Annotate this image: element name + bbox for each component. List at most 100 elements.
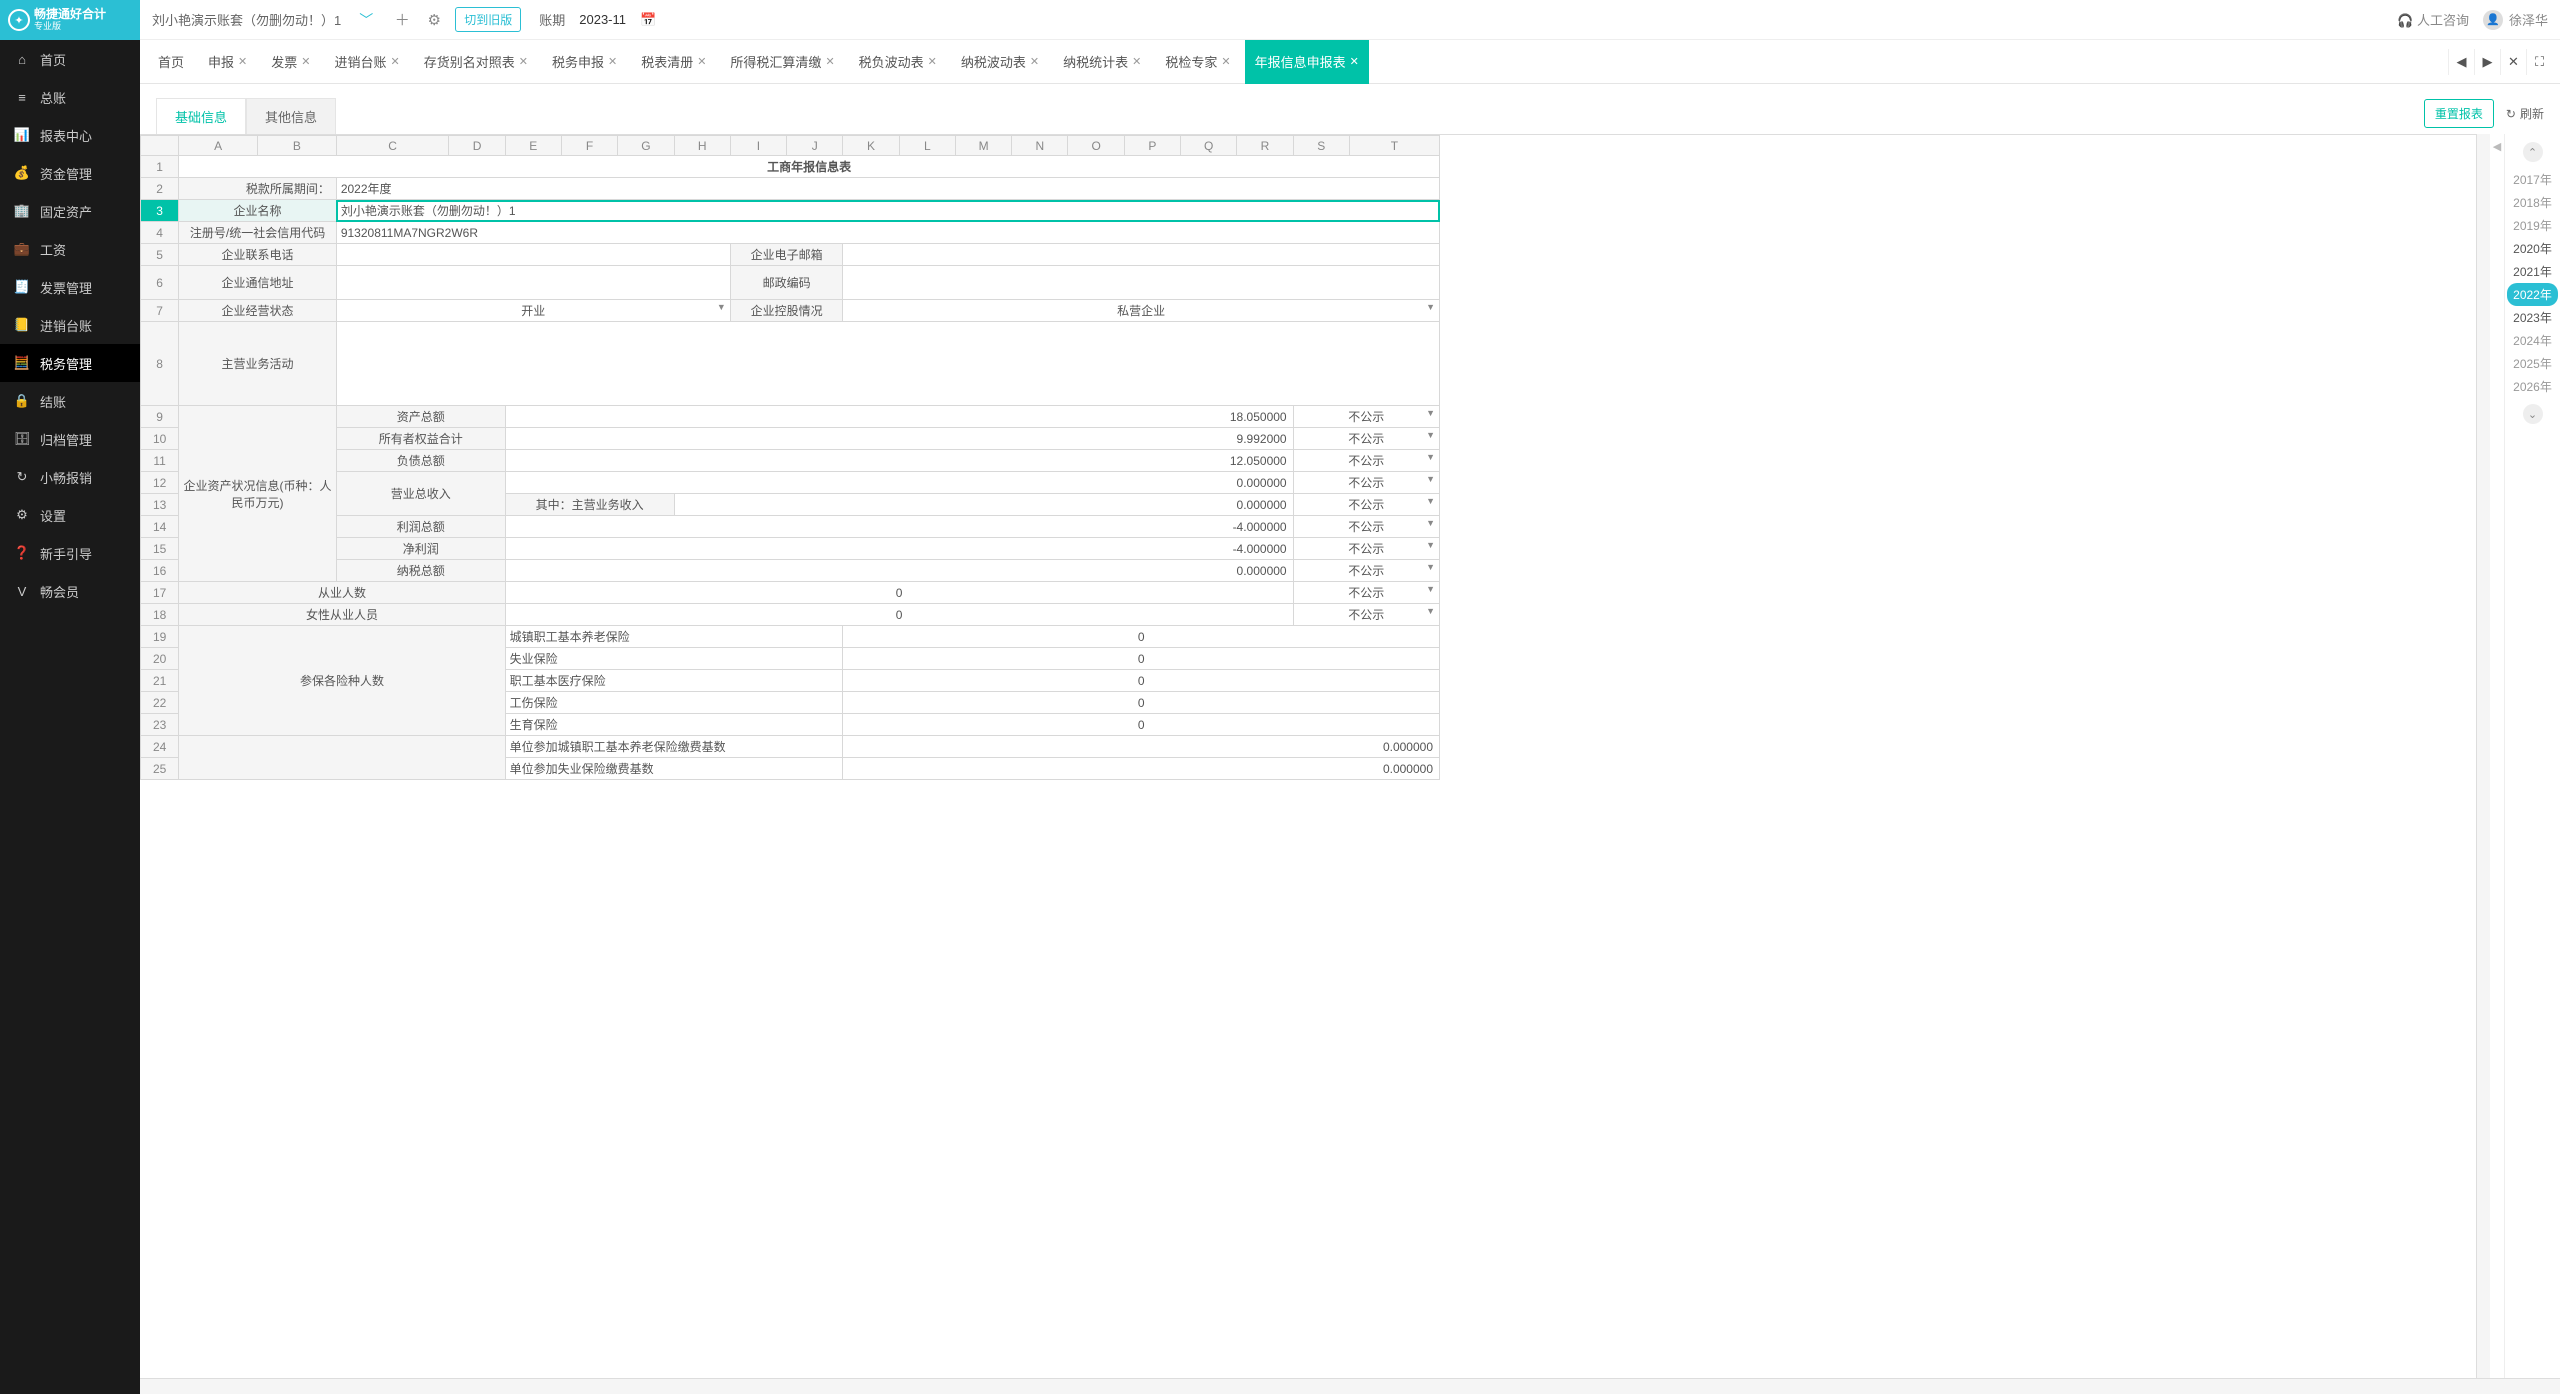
col-header[interactable]: E [505, 136, 561, 156]
year-2017年[interactable]: 2017年 [2507, 168, 2558, 191]
year-2021年[interactable]: 2021年 [2507, 260, 2558, 283]
cell[interactable]: 18.050000 [505, 406, 1293, 428]
year-2022年[interactable]: 2022年 [2507, 283, 2558, 306]
tab-申报[interactable]: 申报✕ [198, 40, 257, 84]
cell[interactable]: 不公示 [1293, 472, 1439, 494]
refresh-button[interactable]: ↻ 刷新 [2506, 105, 2544, 122]
cell[interactable]: 0 [843, 670, 1440, 692]
col-header[interactable] [141, 136, 179, 156]
row-number[interactable]: 13 [141, 494, 179, 516]
row-number[interactable]: 11 [141, 450, 179, 472]
cell[interactable]: 不公示 [1293, 538, 1439, 560]
tab-close-icon[interactable]: ✕ [697, 55, 706, 68]
spreadsheet[interactable]: ABCDEFGHIJKLMNOPQRST 1工商年报信息表2税款所属期间：202… [140, 134, 2476, 1378]
nav-小畅报销[interactable]: ↻小畅报销 [0, 458, 140, 496]
cell[interactable]: 不公示 [1293, 604, 1439, 626]
col-header[interactable]: H [674, 136, 730, 156]
tab-close-icon[interactable]: ✕ [301, 55, 310, 68]
tabs-close-all-icon[interactable]: ✕ [2500, 49, 2526, 75]
tab-税务申报[interactable]: 税务申报✕ [542, 40, 627, 84]
col-header[interactable]: L [899, 136, 955, 156]
cell[interactable]: 9.992000 [505, 428, 1293, 450]
user-menu[interactable]: 👤 徐泽华 [2483, 10, 2548, 30]
row-number[interactable]: 24 [141, 736, 179, 758]
col-header[interactable]: Q [1181, 136, 1237, 156]
row-number[interactable]: 14 [141, 516, 179, 538]
cell[interactable]: -4.000000 [505, 516, 1293, 538]
tab-纳税波动表[interactable]: 纳税波动表✕ [951, 40, 1049, 84]
tab-close-icon[interactable]: ✕ [608, 55, 617, 68]
year-2026年[interactable]: 2026年 [2507, 375, 2558, 398]
year-2023年[interactable]: 2023年 [2507, 306, 2558, 329]
tab-税检专家[interactable]: 税检专家✕ [1155, 40, 1240, 84]
switch-old-version-button[interactable]: 切到旧版 [455, 7, 521, 32]
row-number[interactable]: 22 [141, 692, 179, 714]
settings-icon[interactable]: ⚙ [423, 11, 445, 29]
cell[interactable]: -4.000000 [505, 538, 1293, 560]
nav-报表中心[interactable]: 📊报表中心 [0, 116, 140, 154]
row-number[interactable]: 12 [141, 472, 179, 494]
cell[interactable]: 0.000000 [843, 736, 1440, 758]
cell[interactable]: 不公示 [1293, 494, 1439, 516]
col-header[interactable]: D [449, 136, 505, 156]
tab-close-icon[interactable]: ✕ [1221, 55, 1230, 68]
row-number[interactable]: 9 [141, 406, 179, 428]
row-number[interactable]: 21 [141, 670, 179, 692]
tab-close-icon[interactable]: ✕ [519, 55, 528, 68]
row-number[interactable]: 5 [141, 244, 179, 266]
row-number[interactable]: 18 [141, 604, 179, 626]
col-header[interactable]: P [1124, 136, 1180, 156]
tabs-fullscreen-icon[interactable]: ⛶ [2526, 49, 2552, 75]
cell[interactable]: 不公示 [1293, 516, 1439, 538]
row-number[interactable]: 20 [141, 648, 179, 670]
year-down-icon[interactable]: ⌄ [2523, 404, 2543, 424]
tab-所得税汇算清缴[interactable]: 所得税汇算清缴✕ [720, 40, 844, 84]
nav-设置[interactable]: ⚙设置 [0, 496, 140, 534]
calendar-icon[interactable]: 📅 [640, 12, 656, 28]
row-number[interactable]: 1 [141, 156, 179, 178]
status-dropdown[interactable]: 开业 [336, 300, 730, 322]
tab-存货别名对照表[interactable]: 存货别名对照表✕ [414, 40, 538, 84]
col-header[interactable]: F [561, 136, 617, 156]
subtab-基础信息[interactable]: 基础信息 [156, 98, 246, 134]
tab-close-icon[interactable]: ✕ [1030, 55, 1039, 68]
year-2020年[interactable]: 2020年 [2507, 237, 2558, 260]
nav-结账[interactable]: 🔒结账 [0, 382, 140, 420]
cell[interactable]: 0.000000 [505, 560, 1293, 582]
col-header[interactable]: A [179, 136, 258, 156]
col-header[interactable]: N [1012, 136, 1068, 156]
tab-税负波动表[interactable]: 税负波动表✕ [849, 40, 947, 84]
tab-close-icon[interactable]: ✕ [238, 55, 247, 68]
cell[interactable]: 0 [505, 604, 1293, 626]
row-number[interactable]: 2 [141, 178, 179, 200]
col-header[interactable]: I [730, 136, 786, 156]
col-header[interactable]: G [618, 136, 674, 156]
col-header[interactable]: J [787, 136, 843, 156]
col-header[interactable]: C [336, 136, 449, 156]
nav-总账[interactable]: ≡总账 [0, 78, 140, 116]
horizontal-scrollbar[interactable] [140, 1378, 2560, 1394]
nav-固定资产[interactable]: 🏢固定资产 [0, 192, 140, 230]
add-icon[interactable]: ＋ [391, 9, 413, 30]
tab-close-icon[interactable]: ✕ [928, 55, 937, 68]
tab-纳税统计表[interactable]: 纳税统计表✕ [1053, 40, 1151, 84]
row-number[interactable]: 7 [141, 300, 179, 322]
account-dropdown-icon[interactable]: ﹀ [351, 10, 381, 30]
tabs-next-icon[interactable]: ▶ [2474, 49, 2500, 75]
period-value[interactable]: 2022年度 [336, 178, 1439, 200]
cell[interactable] [336, 322, 1439, 406]
row-number[interactable]: 23 [141, 714, 179, 736]
year-2024年[interactable]: 2024年 [2507, 329, 2558, 352]
cell[interactable]: 0 [505, 582, 1293, 604]
tab-close-icon[interactable]: ✕ [1132, 55, 1141, 68]
row-number[interactable]: 6 [141, 266, 179, 300]
row-number[interactable]: 15 [141, 538, 179, 560]
nav-畅会员[interactable]: V畅会员 [0, 572, 140, 610]
panel-collapse-icon[interactable]: ◀ [2490, 134, 2504, 1378]
cell[interactable] [336, 244, 730, 266]
cell[interactable]: 不公示 [1293, 406, 1439, 428]
nav-工资[interactable]: 💼工资 [0, 230, 140, 268]
cell[interactable]: 不公示 [1293, 560, 1439, 582]
cell[interactable]: 0 [843, 648, 1440, 670]
col-header[interactable]: T [1349, 136, 1439, 156]
